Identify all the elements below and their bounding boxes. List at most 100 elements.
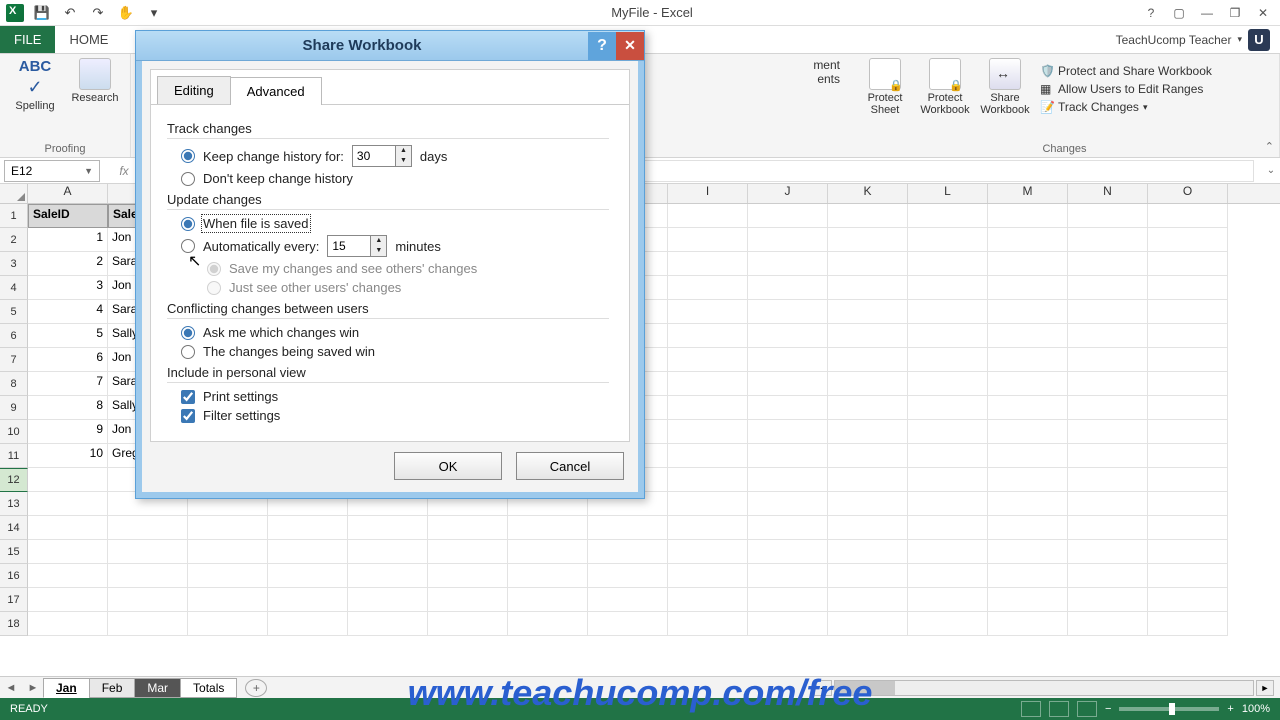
- cell[interactable]: [748, 492, 828, 516]
- sheet-tab-totals[interactable]: Totals: [180, 678, 237, 698]
- cell[interactable]: [988, 564, 1068, 588]
- allow-edit-ranges-link[interactable]: ▦Allow Users to Edit Ranges: [1040, 82, 1212, 96]
- dialog-close-icon[interactable]: ✕: [616, 32, 644, 60]
- cell[interactable]: [1068, 540, 1148, 564]
- cell[interactable]: [1148, 396, 1228, 420]
- cell[interactable]: [748, 228, 828, 252]
- row-header[interactable]: 17: [0, 588, 28, 612]
- cell[interactable]: [508, 612, 588, 636]
- cell[interactable]: 2: [28, 252, 108, 276]
- cell[interactable]: 5: [28, 324, 108, 348]
- cell[interactable]: [1148, 492, 1228, 516]
- cell[interactable]: [428, 588, 508, 612]
- radio-saved-win[interactable]: [181, 345, 195, 359]
- cell[interactable]: [908, 444, 988, 468]
- cell[interactable]: [748, 348, 828, 372]
- cell[interactable]: [188, 540, 268, 564]
- column-header[interactable]: N: [1068, 184, 1148, 203]
- cell[interactable]: 9: [28, 420, 108, 444]
- cell[interactable]: [508, 588, 588, 612]
- name-box-dropdown-icon[interactable]: ▼: [84, 166, 93, 176]
- cell[interactable]: [428, 564, 508, 588]
- row-header[interactable]: 13: [0, 492, 28, 516]
- cell[interactable]: [908, 540, 988, 564]
- cell[interactable]: [748, 516, 828, 540]
- cell[interactable]: [988, 588, 1068, 612]
- row-header[interactable]: 1: [0, 204, 28, 228]
- zoom-out-icon[interactable]: −: [1105, 703, 1111, 715]
- cell[interactable]: [1068, 228, 1148, 252]
- scroll-left-icon[interactable]: ◄: [814, 680, 832, 696]
- help-icon[interactable]: ?: [1140, 2, 1162, 24]
- opt-keep-history[interactable]: Keep change history for: ▲▼ days: [181, 145, 613, 167]
- radio-keep-history[interactable]: [181, 149, 195, 163]
- cell[interactable]: [1068, 588, 1148, 612]
- cell[interactable]: [988, 276, 1068, 300]
- expand-formula-bar-icon[interactable]: ⌄: [1262, 165, 1280, 176]
- zoom-in-icon[interactable]: +: [1227, 703, 1233, 715]
- minutes-spinner[interactable]: ▲▼: [327, 235, 387, 257]
- row-header[interactable]: 6: [0, 324, 28, 348]
- cell[interactable]: [988, 444, 1068, 468]
- row-header[interactable]: 12: [0, 468, 28, 492]
- cell[interactable]: [508, 540, 588, 564]
- cell[interactable]: [748, 468, 828, 492]
- cell[interactable]: [988, 324, 1068, 348]
- cell[interactable]: [988, 372, 1068, 396]
- cell[interactable]: [1148, 228, 1228, 252]
- cell[interactable]: [268, 540, 348, 564]
- cell[interactable]: [588, 516, 668, 540]
- cell[interactable]: [828, 300, 908, 324]
- cell[interactable]: [908, 516, 988, 540]
- scroll-track[interactable]: [834, 680, 1254, 696]
- cell[interactable]: [1148, 300, 1228, 324]
- row-header[interactable]: 11: [0, 444, 28, 468]
- cell[interactable]: [748, 564, 828, 588]
- cell[interactable]: [748, 444, 828, 468]
- column-header[interactable]: M: [988, 184, 1068, 203]
- cell[interactable]: 3: [28, 276, 108, 300]
- row-header[interactable]: 7: [0, 348, 28, 372]
- days-up-icon[interactable]: ▲: [396, 146, 411, 156]
- cell[interactable]: [828, 204, 908, 228]
- cell[interactable]: [1068, 492, 1148, 516]
- cell[interactable]: [988, 252, 1068, 276]
- cell[interactable]: [1148, 276, 1228, 300]
- scroll-right-icon[interactable]: ►: [1256, 680, 1274, 696]
- cell[interactable]: [28, 612, 108, 636]
- cell[interactable]: [588, 588, 668, 612]
- radio-ask-which[interactable]: [181, 326, 195, 340]
- cell[interactable]: [1068, 372, 1148, 396]
- cell[interactable]: [668, 420, 748, 444]
- cell[interactable]: [668, 564, 748, 588]
- spelling-button[interactable]: ABC ✓ Spelling: [10, 58, 60, 112]
- cell[interactable]: [988, 516, 1068, 540]
- days-down-icon[interactable]: ▼: [396, 156, 411, 166]
- share-workbook-button[interactable]: ↔ Share Workbook: [980, 58, 1030, 116]
- cell[interactable]: [908, 348, 988, 372]
- cell[interactable]: 4: [28, 300, 108, 324]
- minutes-up-icon[interactable]: ▲: [371, 236, 386, 246]
- cell[interactable]: [908, 420, 988, 444]
- cell[interactable]: [668, 372, 748, 396]
- column-header[interactable]: L: [908, 184, 988, 203]
- opt-auto-every[interactable]: Automatically every: ▲▼ minutes: [181, 235, 613, 257]
- column-header[interactable]: K: [828, 184, 908, 203]
- cell[interactable]: [668, 540, 748, 564]
- cell[interactable]: [428, 540, 508, 564]
- cell[interactable]: [668, 252, 748, 276]
- cell[interactable]: [1148, 420, 1228, 444]
- cell[interactable]: [988, 204, 1068, 228]
- cell[interactable]: [668, 324, 748, 348]
- minimize-icon[interactable]: —: [1196, 2, 1218, 24]
- cell[interactable]: [1148, 252, 1228, 276]
- cell[interactable]: [1068, 300, 1148, 324]
- protect-sheet-button[interactable]: Protect Sheet: [860, 58, 910, 116]
- radio-when-saved[interactable]: [181, 217, 195, 231]
- cell[interactable]: [428, 516, 508, 540]
- cell[interactable]: [1068, 420, 1148, 444]
- cell[interactable]: [748, 252, 828, 276]
- cell[interactable]: [908, 276, 988, 300]
- cell[interactable]: [188, 564, 268, 588]
- cell[interactable]: [748, 588, 828, 612]
